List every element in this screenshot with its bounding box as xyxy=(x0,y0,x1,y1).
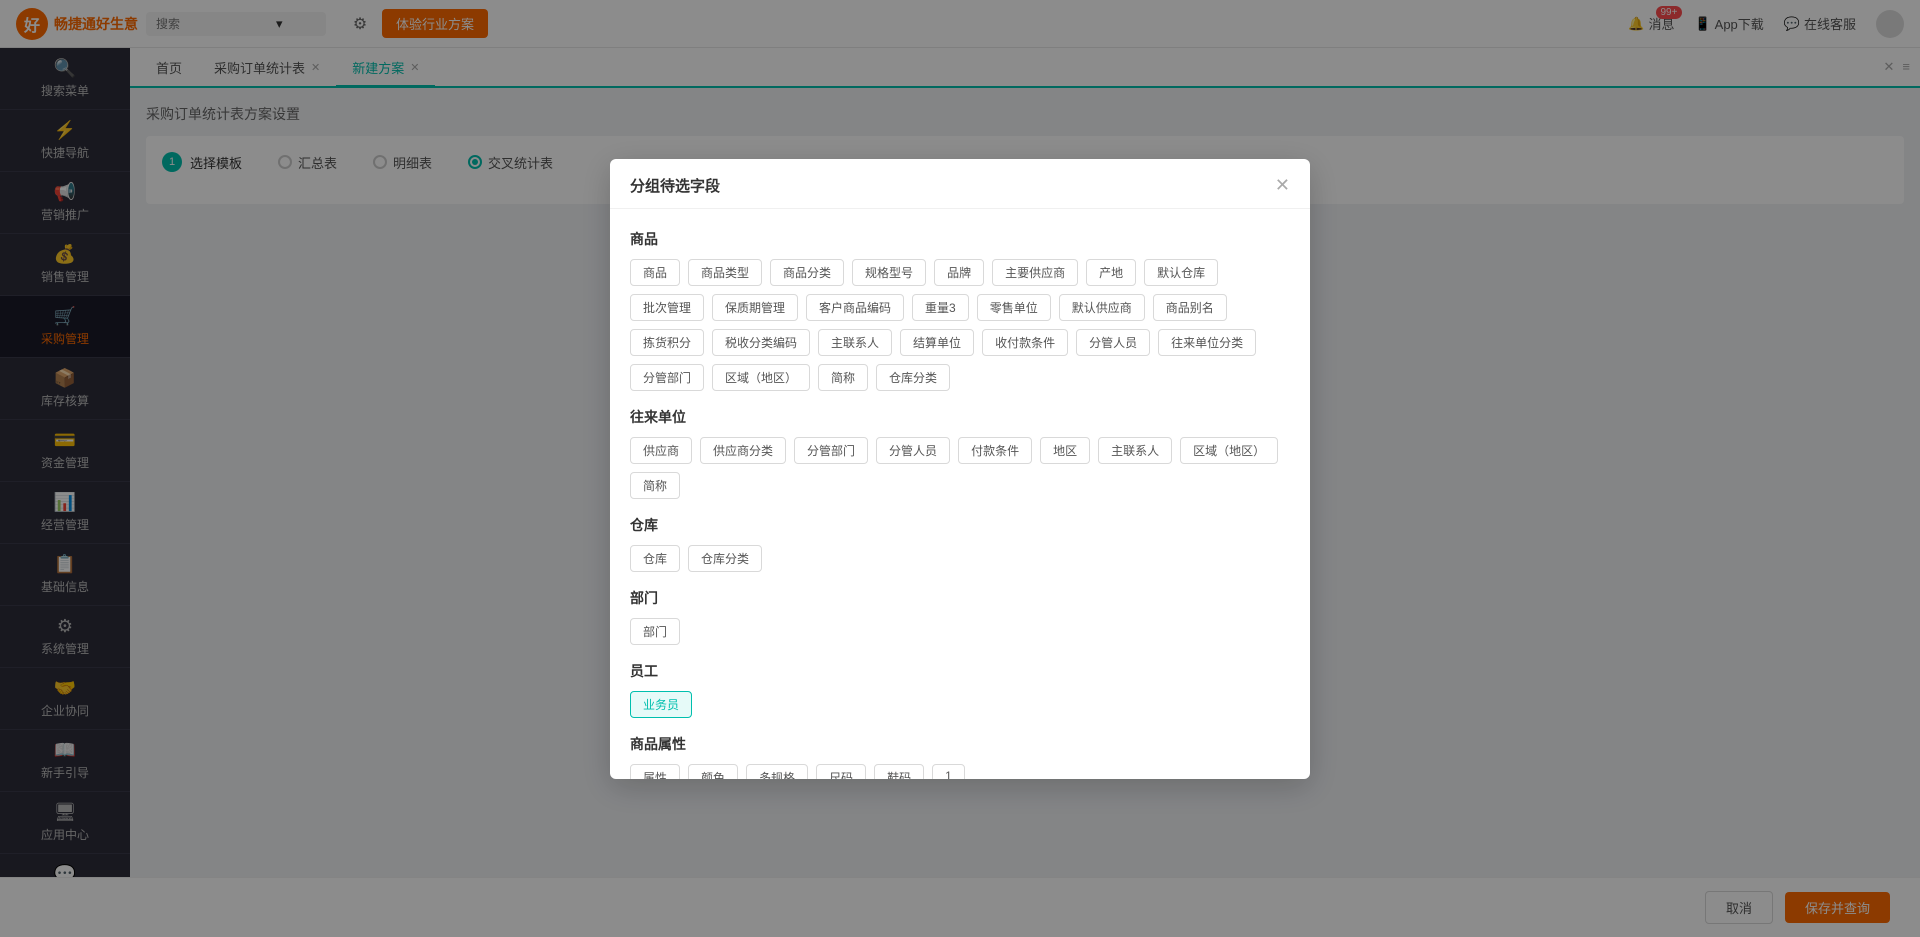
section-title-employee: 员工 xyxy=(630,661,1290,681)
field-chip-product-category[interactable]: 商品分类 xyxy=(770,259,844,286)
field-chip-region-product[interactable]: 区域（地区） xyxy=(712,364,810,391)
field-chip-retail-unit[interactable]: 零售单位 xyxy=(977,294,1051,321)
modal-header: 分组待选字段 ✕ xyxy=(610,159,1310,209)
section-title-partner: 往来单位 xyxy=(630,407,1290,427)
field-chip-color[interactable]: 颜色 xyxy=(688,764,738,779)
field-chip-default-supplier[interactable]: 默认供应商 xyxy=(1059,294,1145,321)
section-title-product-attr: 商品属性 xyxy=(630,734,1290,754)
field-group-product-attr: 属性 颜色 多规格 尺码 鞋码 1 xyxy=(630,764,1290,779)
field-chip-dept-manager[interactable]: 分管部门 xyxy=(630,364,704,391)
field-chip-warehouse-cat[interactable]: 仓库分类 xyxy=(876,364,950,391)
field-chip-weight[interactable]: 重量3 xyxy=(912,294,969,321)
modal-title: 分组待选字段 xyxy=(630,175,720,196)
field-chip-warehouse[interactable]: 仓库 xyxy=(630,545,680,572)
field-chip-contact[interactable]: 主联系人 xyxy=(818,329,892,356)
field-chip-manager[interactable]: 分管人员 xyxy=(1076,329,1150,356)
field-chip-quality[interactable]: 保质期管理 xyxy=(712,294,798,321)
modal: 分组待选字段 ✕ 商品 商品 商品类型 商品分类 规格型号 品牌 主要供应商 产… xyxy=(610,159,1310,779)
modal-close-button[interactable]: ✕ xyxy=(1275,175,1290,196)
field-chip-pick-points[interactable]: 拣货积分 xyxy=(630,329,704,356)
modal-overlay: 分组待选字段 ✕ 商品 商品 商品类型 商品分类 规格型号 品牌 主要供应商 产… xyxy=(0,0,1920,937)
field-chip-partner-dept[interactable]: 分管部门 xyxy=(794,437,868,464)
field-chip-spec[interactable]: 规格型号 xyxy=(852,259,926,286)
field-chip-payment-cond[interactable]: 付款条件 xyxy=(958,437,1032,464)
field-chip-alias[interactable]: 商品别名 xyxy=(1153,294,1227,321)
field-group-product: 商品 商品类型 商品分类 规格型号 品牌 主要供应商 产地 默认仓库 批次管理 … xyxy=(630,259,1290,391)
field-chip-product[interactable]: 商品 xyxy=(630,259,680,286)
field-chip-abbr-product[interactable]: 简称 xyxy=(818,364,868,391)
field-chip-region-partner[interactable]: 区域（地区） xyxy=(1180,437,1278,464)
field-chip-abbr-partner[interactable]: 简称 xyxy=(630,472,680,499)
field-chip-customer-code[interactable]: 客户商品编码 xyxy=(806,294,904,321)
modal-body: 商品 商品 商品类型 商品分类 规格型号 品牌 主要供应商 产地 默认仓库 批次… xyxy=(610,209,1310,779)
section-title-warehouse: 仓库 xyxy=(630,515,1290,535)
field-group-partner: 供应商 供应商分类 分管部门 分管人员 付款条件 地区 主联系人 区域（地区） … xyxy=(630,437,1290,499)
field-chip-size[interactable]: 尺码 xyxy=(816,764,866,779)
field-chip-origin[interactable]: 产地 xyxy=(1086,259,1136,286)
field-chip-warehouse-category[interactable]: 仓库分类 xyxy=(688,545,762,572)
field-chip-dept[interactable]: 部门 xyxy=(630,618,680,645)
field-chip-attr[interactable]: 属性 xyxy=(630,764,680,779)
field-chip-multi-spec[interactable]: 多规格 xyxy=(746,764,808,779)
field-chip-brand[interactable]: 品牌 xyxy=(934,259,984,286)
field-chip-main-supplier[interactable]: 主要供应商 xyxy=(992,259,1078,286)
field-chip-main-contact[interactable]: 主联系人 xyxy=(1098,437,1172,464)
field-chip-supplier-cat[interactable]: 供应商分类 xyxy=(700,437,786,464)
field-group-warehouse: 仓库 仓库分类 xyxy=(630,545,1290,572)
field-chip-salesperson[interactable]: 业务员 xyxy=(630,691,692,718)
field-chip-product-type[interactable]: 商品类型 xyxy=(688,259,762,286)
field-chip-batch[interactable]: 批次管理 xyxy=(630,294,704,321)
field-chip-default-warehouse[interactable]: 默认仓库 xyxy=(1144,259,1218,286)
field-chip-payment-terms[interactable]: 收付款条件 xyxy=(982,329,1068,356)
field-chip-attr-1[interactable]: 1 xyxy=(932,764,965,779)
field-chip-settlement-unit[interactable]: 结算单位 xyxy=(900,329,974,356)
field-group-employee: 业务员 xyxy=(630,691,1290,718)
section-title-product: 商品 xyxy=(630,229,1290,249)
field-chip-shoe-size[interactable]: 鞋码 xyxy=(874,764,924,779)
field-chip-tax-code[interactable]: 税收分类编码 xyxy=(712,329,810,356)
field-chip-supplier[interactable]: 供应商 xyxy=(630,437,692,464)
field-chip-partner-manager[interactable]: 分管人员 xyxy=(876,437,950,464)
section-title-dept: 部门 xyxy=(630,588,1290,608)
field-group-dept: 部门 xyxy=(630,618,1290,645)
field-chip-area[interactable]: 地区 xyxy=(1040,437,1090,464)
field-chip-partner-category[interactable]: 往来单位分类 xyxy=(1158,329,1256,356)
